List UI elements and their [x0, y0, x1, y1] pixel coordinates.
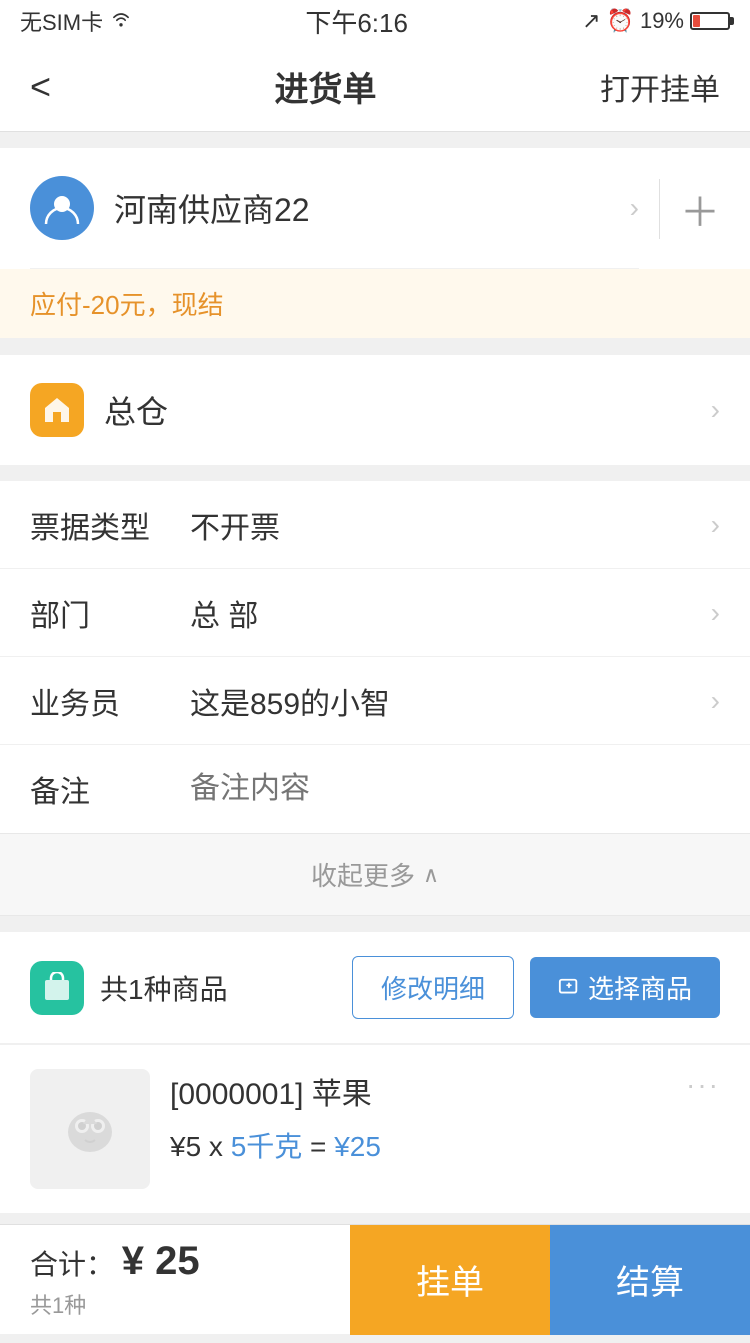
- page-title: 进货单: [275, 62, 377, 111]
- supplier-name: 河南供应商22: [114, 185, 620, 231]
- supplier-chevron-icon: ›: [630, 192, 639, 224]
- department-row[interactable]: 部门 总 部 ›: [0, 569, 750, 657]
- products-header: 共1种商品 修改明细 选择商品: [0, 932, 750, 1043]
- status-bar: 无SIM卡 下午6:16 ↗ ⏰ 19%: [0, 0, 750, 42]
- bottom-bar: 合计： ¥ 25 共1种 挂单 结算: [0, 1224, 750, 1334]
- notice-banner: 应付-20元，现结: [0, 269, 750, 339]
- battery-percent: 19%: [640, 8, 684, 34]
- salesperson-chevron-icon: ›: [711, 685, 720, 717]
- supplier-row[interactable]: 河南供应商22 ›: [30, 148, 639, 269]
- invoice-type-label: 票据类型: [30, 503, 170, 547]
- status-time: 下午6:16: [305, 3, 408, 40]
- price-qty: 5千克: [231, 1131, 303, 1162]
- vertical-divider: [659, 179, 660, 239]
- total-count: 共1种: [30, 1288, 320, 1320]
- remark-input[interactable]: [170, 772, 720, 806]
- remark-row[interactable]: 备注: [0, 745, 750, 833]
- notice-text: 应付-20元，现结: [30, 290, 224, 320]
- location-icon: ↗: [582, 8, 600, 34]
- products-count: 共1种商品: [100, 968, 336, 1008]
- supplier-section: 河南供应商22 › ＋: [0, 148, 750, 269]
- salesperson-value: 这是859的小智: [170, 679, 701, 723]
- back-button[interactable]: <: [30, 66, 51, 108]
- select-product-button[interactable]: 选择商品: [530, 957, 720, 1018]
- department-label: 部门: [30, 591, 170, 635]
- collapse-row[interactable]: 收起更多 ∧: [0, 833, 750, 916]
- invoice-type-value: 不开票: [170, 503, 701, 547]
- total-row: 合计： ¥ 25: [30, 1239, 320, 1284]
- product-item: [0000001] 苹果 ¥5 x 5千克 = ¥25 ···: [0, 1045, 750, 1213]
- total-amount: ¥ 25: [122, 1239, 200, 1283]
- warehouse-row[interactable]: 总仓 ›: [30, 355, 720, 465]
- remark-label: 备注: [30, 767, 170, 811]
- invoice-type-row[interactable]: 票据类型 不开票 ›: [0, 481, 750, 569]
- product-code: [0000001] 苹果: [170, 1078, 372, 1111]
- warehouse-icon: [30, 383, 84, 437]
- price-total: ¥25: [334, 1131, 381, 1162]
- supplier-avatar: [30, 176, 94, 240]
- warehouse-chevron-icon: ›: [711, 394, 720, 426]
- product-price: ¥5 x 5千克 = ¥25: [170, 1125, 666, 1165]
- price-unit: ¥5 x: [170, 1131, 231, 1162]
- product-info: [0000001] 苹果 ¥5 x 5千克 = ¥25: [170, 1069, 666, 1165]
- gap-1: [0, 132, 750, 148]
- salesperson-row[interactable]: 业务员 这是859的小智 ›: [0, 657, 750, 745]
- salesperson-label: 业务员: [30, 679, 170, 723]
- bottom-total: 合计： ¥ 25 共1种: [0, 1239, 350, 1320]
- invoice-chevron-icon: ›: [711, 509, 720, 541]
- total-label: 合计：: [30, 1249, 114, 1280]
- product-thumbnail: [30, 1069, 150, 1189]
- open-hold-button[interactable]: 打开挂单: [600, 65, 720, 109]
- carrier-label: 无SIM卡: [20, 5, 103, 37]
- products-icon: [30, 961, 84, 1015]
- collapse-arrow-icon: ∧: [423, 862, 439, 888]
- form-section: 票据类型 不开票 › 部门 总 部 › 业务员 这是859的小智 › 备注: [0, 481, 750, 833]
- department-value: 总 部: [170, 591, 701, 635]
- price-equals: =: [302, 1131, 334, 1162]
- warehouse-name: 总仓: [104, 387, 701, 433]
- nav-bar: < 进货单 打开挂单: [0, 42, 750, 132]
- status-left: 无SIM卡: [20, 5, 131, 37]
- collapse-label: 收起更多: [311, 856, 415, 893]
- alarm-icon: ⏰: [607, 8, 634, 34]
- wifi-icon: [111, 8, 131, 34]
- product-name: [0000001] 苹果: [170, 1069, 666, 1113]
- warehouse-section: 总仓 ›: [0, 355, 750, 465]
- checkout-button[interactable]: 结算: [550, 1225, 750, 1335]
- status-right: ↗ ⏰ 19%: [582, 8, 730, 34]
- select-product-label: 选择商品: [588, 969, 692, 1006]
- product-more-button[interactable]: ···: [686, 1069, 720, 1101]
- hold-button[interactable]: 挂单: [350, 1225, 550, 1335]
- battery-icon: [690, 12, 730, 30]
- department-chevron-icon: ›: [711, 597, 720, 629]
- edit-detail-button[interactable]: 修改明细: [352, 956, 514, 1019]
- add-supplier-button[interactable]: ＋: [680, 180, 720, 238]
